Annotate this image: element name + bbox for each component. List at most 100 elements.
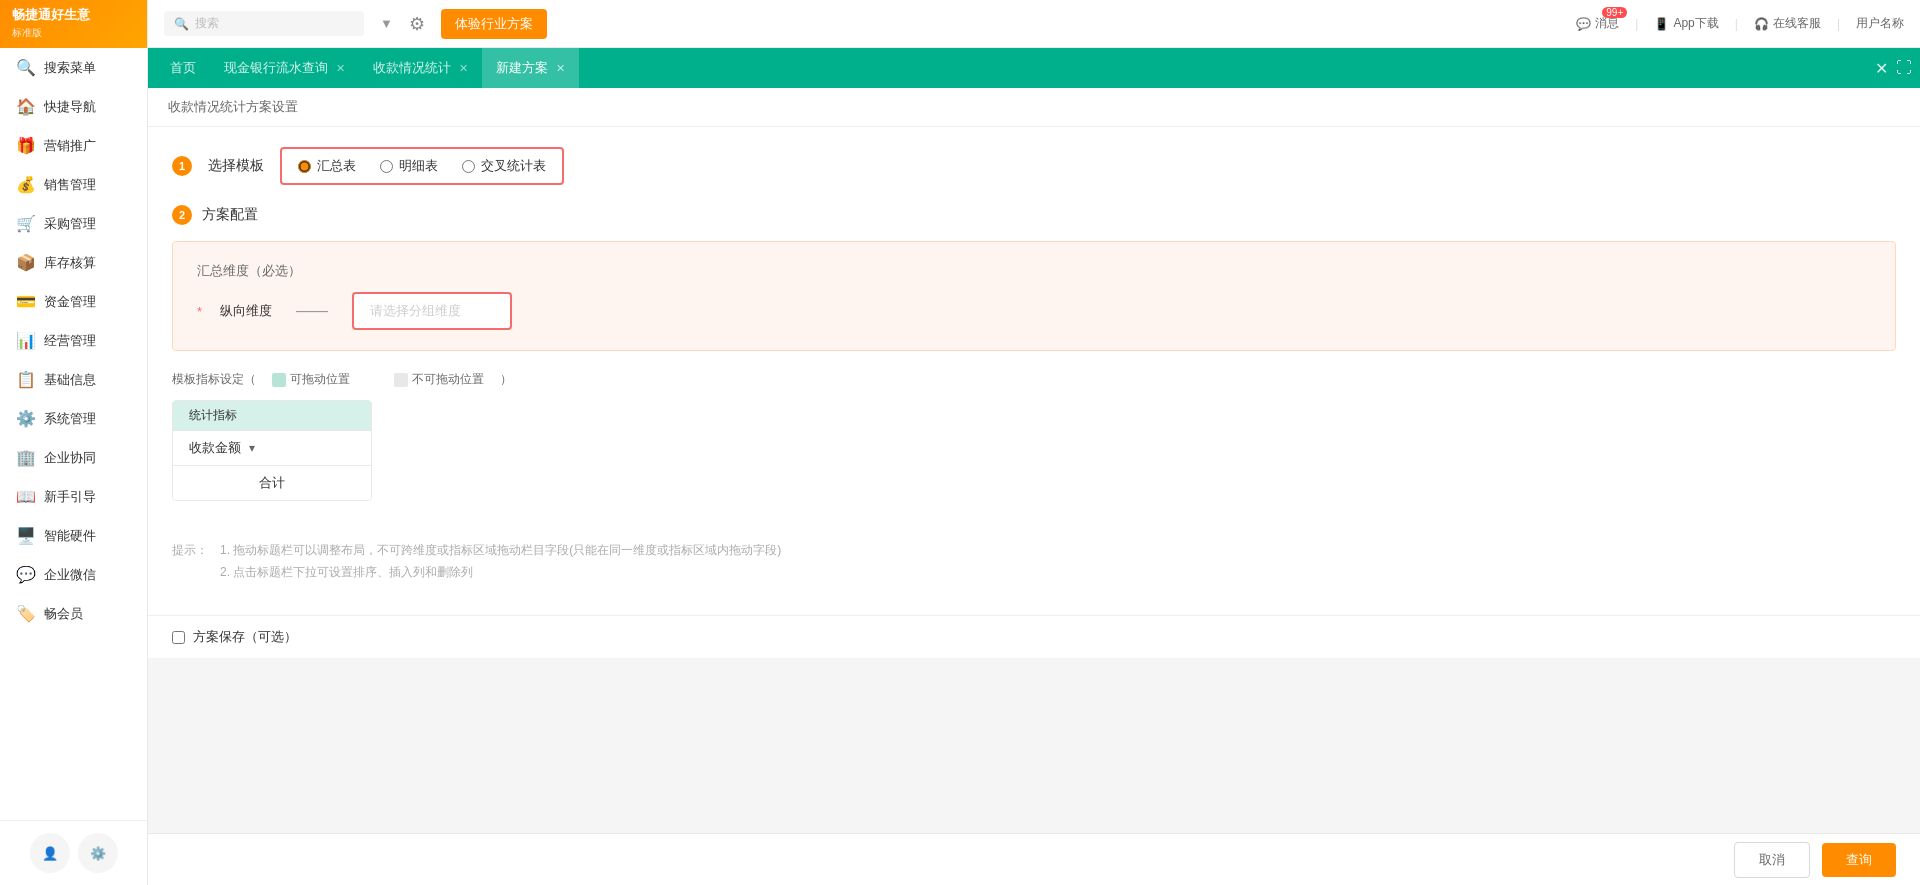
sidebar-item-quick-nav[interactable]: 🏠 快捷导航	[0, 87, 147, 126]
tip1: 提示： 1. 拖动标题栏可以调整布局，不可跨维度或指标区域拖动栏目字段(只能在同…	[172, 540, 1896, 562]
tab-bank-flow-close[interactable]: ✕	[336, 62, 345, 75]
tab-receipt-stat-close[interactable]: ✕	[459, 62, 468, 75]
metrics-config: 模板指标设定（ 可拖动位置 不可拖动位置 ） 统计指标	[172, 371, 1896, 504]
radio-cross[interactable]: 交叉统计表	[462, 157, 546, 175]
sidebar-item-label: 系统管理	[44, 410, 96, 428]
sidebar-item-marketing[interactable]: 🎁 营销推广	[0, 126, 147, 165]
metrics-dropdown-icon[interactable]: ▾	[249, 441, 255, 455]
sidebar-item-enterprise[interactable]: 🏢 企业协同	[0, 438, 147, 477]
tab-receipt-stat-label: 收款情况统计	[373, 59, 451, 77]
tab-new-plan-close[interactable]: ✕	[556, 62, 565, 75]
sidebar-item-sales[interactable]: 💰 销售管理	[0, 165, 147, 204]
edition-badge: 标准版	[12, 27, 42, 38]
app-download-area[interactable]: 📱 App下载	[1654, 15, 1718, 32]
sidebar-item-inventory[interactable]: 📦 库存核算	[0, 243, 147, 282]
service-label: 在线客服	[1773, 15, 1821, 32]
topbar-search-box[interactable]: 🔍 搜索	[164, 11, 364, 36]
user-name[interactable]: 用户名称	[1856, 15, 1904, 32]
app-logo: 畅捷通好生意标准版	[0, 0, 147, 48]
sidebar-item-finance[interactable]: 💳 资金管理	[0, 282, 147, 321]
metrics-table: 统计指标 收款金额 ▾ 合计	[172, 400, 372, 501]
radio-detail-label: 明细表	[399, 157, 438, 175]
radio-summary[interactable]: 汇总表	[298, 157, 356, 175]
wechat-icon: 💬	[16, 565, 36, 584]
template-options: 汇总表 明细表 交叉统计表	[280, 147, 564, 185]
legend-separator	[366, 371, 378, 388]
radio-cross-input[interactable]	[462, 160, 475, 173]
cancel-button[interactable]: 取消	[1734, 842, 1810, 878]
search-placeholder-text: 搜索	[195, 15, 219, 32]
close-all-icon[interactable]: ✕	[1875, 59, 1888, 78]
tab-bank-flow[interactable]: 现金银行流水查询 ✕	[210, 48, 359, 88]
sidebar-item-label: 基础信息	[44, 371, 96, 389]
save-checkbox[interactable]	[172, 631, 185, 644]
sidebar-item-hardware[interactable]: 🖥️ 智能硬件	[0, 516, 147, 555]
service-area[interactable]: 🎧 在线客服	[1754, 15, 1821, 32]
divider3: |	[1837, 17, 1840, 31]
system-icon: ⚙️	[16, 409, 36, 428]
sidebar-item-member[interactable]: 🏷️ 畅会员	[0, 594, 147, 633]
required-star: *	[197, 304, 202, 319]
notification-area[interactable]: 💬 消息 99+	[1576, 15, 1619, 32]
topbar-chevron[interactable]: ▼	[380, 16, 393, 31]
member-icon: 🏷️	[16, 604, 36, 623]
radio-summary-input[interactable]	[298, 160, 311, 173]
page-title: 收款情况统计方案设置	[168, 99, 298, 114]
step1-badge: 1	[172, 156, 192, 176]
expand-icon[interactable]: ⛶	[1896, 59, 1912, 78]
sidebar-item-label: 快捷导航	[44, 98, 96, 116]
hardware-icon: 🖥️	[16, 526, 36, 545]
step2-label: 方案配置	[202, 206, 258, 224]
metrics-section-label: 模板指标设定（	[172, 371, 256, 388]
radio-detail[interactable]: 明细表	[380, 157, 438, 175]
step2-section: 2 方案配置 汇总维度（必选） * 纵向维度 —— 请选择分组维度	[172, 205, 1896, 595]
sidebar-item-system[interactable]: ⚙️ 系统管理	[0, 399, 147, 438]
logo-text: 畅捷通好生意标准版	[12, 7, 90, 41]
sidebar-item-basic[interactable]: 📋 基础信息	[0, 360, 147, 399]
sidebar-footer-btn2[interactable]: ⚙️	[78, 833, 118, 873]
guide-icon: 📖	[16, 487, 36, 506]
metrics-amount-label: 收款金额	[189, 439, 241, 457]
sidebar-item-label: 资金管理	[44, 293, 96, 311]
metrics-total-row: 合计	[173, 465, 371, 500]
industry-btn[interactable]: 体验行业方案	[441, 9, 547, 39]
purchase-icon: 🛒	[16, 214, 36, 233]
metrics-table-header: 统计指标	[173, 401, 371, 430]
sidebar-item-search-menu[interactable]: 🔍 搜索菜单	[0, 48, 147, 87]
tab-home[interactable]: 首页	[156, 48, 210, 88]
divider2: |	[1735, 17, 1738, 31]
tab-new-plan[interactable]: 新建方案 ✕	[482, 48, 579, 88]
sidebar-item-purchase[interactable]: 🛒 采购管理	[0, 204, 147, 243]
tab-receipt-stat[interactable]: 收款情况统计 ✕	[359, 48, 482, 88]
dim-select-box[interactable]: 请选择分组维度	[352, 292, 512, 330]
page-title-bar: 收款情况统计方案设置	[148, 88, 1920, 127]
sidebar-item-label: 营销推广	[44, 137, 96, 155]
sidebar: 畅捷通好生意标准版 🔍 搜索菜单 🏠 快捷导航 🎁 营销推广 💰 销售管理 🛒 …	[0, 0, 148, 885]
tab-bank-flow-label: 现金银行流水查询	[224, 59, 328, 77]
sidebar-item-wechat[interactable]: 💬 企业微信	[0, 555, 147, 594]
marketing-icon: 🎁	[16, 136, 36, 155]
main-area: 🔍 搜索 ▼ ⚙ 体验行业方案 💬 消息 99+ | 📱 App下载 | 🎧 在…	[148, 0, 1920, 885]
legend-close-paren: ）	[500, 371, 512, 388]
tabbar-actions: ✕ ⛶	[1875, 59, 1912, 78]
metrics-row-amount[interactable]: 收款金额 ▾	[173, 430, 371, 465]
sidebar-item-operation[interactable]: 📊 经营管理	[0, 321, 147, 360]
sidebar-footer: 👤 ⚙️	[0, 820, 147, 885]
sidebar-item-label: 企业微信	[44, 566, 96, 584]
sidebar-item-label: 畅会员	[44, 605, 83, 623]
non-draggable-dot	[394, 373, 408, 387]
inventory-icon: 📦	[16, 253, 36, 272]
tips-section: 提示： 1. 拖动标题栏可以调整布局，不可跨维度或指标区域拖动栏目字段(只能在同…	[172, 528, 1896, 595]
radio-detail-input[interactable]	[380, 160, 393, 173]
sidebar-item-label: 搜索菜单	[44, 59, 96, 77]
service-icon: 🎧	[1754, 17, 1769, 31]
draggable-dot	[272, 373, 286, 387]
sidebar-item-label: 智能硬件	[44, 527, 96, 545]
tab-new-plan-label: 新建方案	[496, 59, 548, 77]
topbar-gear-icon[interactable]: ⚙	[409, 13, 425, 35]
content-area: 收款情况统计方案设置 1 选择模板 汇总表 明细表	[148, 88, 1920, 885]
sidebar-item-guide[interactable]: 📖 新手引导	[0, 477, 147, 516]
step1-label: 选择模板	[208, 157, 264, 175]
sidebar-footer-btn1[interactable]: 👤	[30, 833, 70, 873]
query-button[interactable]: 查询	[1822, 843, 1896, 877]
